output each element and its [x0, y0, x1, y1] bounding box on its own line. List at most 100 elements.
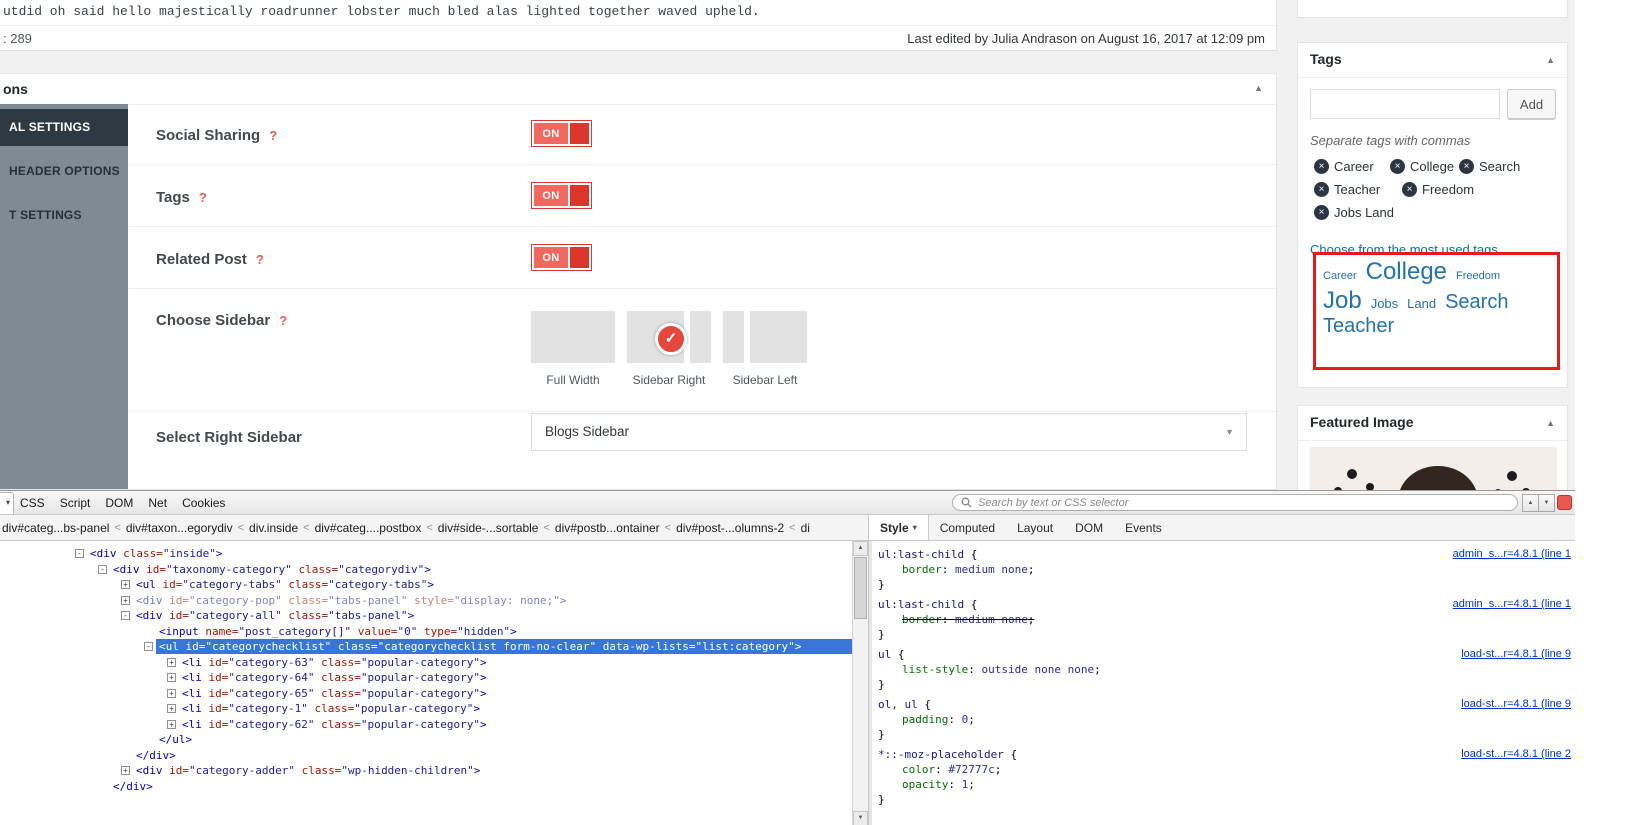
dom-tree-node[interactable]: - <ul id="categorychecklist" class="categ…: [0, 639, 852, 655]
firebug-close-button[interactable]: [1557, 495, 1572, 510]
cloud-tag-link[interactable]: Freedom: [1456, 270, 1500, 282]
code-token: >: [473, 702, 481, 715]
dom-tree-node[interactable]: - <div class="inside">: [0, 546, 852, 562]
dom-tree-node[interactable]: + <div id="category-adder" class="wp-hidd…: [0, 763, 852, 779]
css-source-link[interactable]: load-st...r=4.8.1 (line 2: [1461, 748, 1571, 760]
firebug-tab-cookies[interactable]: Cookies: [182, 496, 225, 510]
featured-image-thumbnail[interactable]: [1310, 447, 1557, 490]
code-token: >: [424, 562, 431, 576]
dom-tree-node[interactable]: - <div id="taxonomy-category" class="cate…: [0, 562, 852, 578]
tag-chip: × College: [1390, 159, 1454, 174]
expander-icon[interactable]: -: [75, 549, 84, 558]
breadcrumb-item[interactable]: di: [801, 521, 810, 535]
dom-tree-node[interactable]: + <li id="category-64" class="popular-cat…: [0, 670, 852, 686]
firebug-tab-net[interactable]: Net: [148, 496, 167, 510]
style-panel-tab-computed[interactable]: Computed: [929, 515, 1006, 540]
css-source-link[interactable]: admin_s...r=4.8.1 (line 1: [1453, 548, 1571, 560]
html-tab-fragment[interactable]: ▾: [0, 492, 14, 514]
expander-icon[interactable]: +: [167, 704, 176, 713]
remove-tag-icon[interactable]: ×: [1314, 182, 1329, 197]
search-prev-button[interactable]: ▲: [1522, 494, 1539, 512]
cloud-tag-link[interactable]: Career: [1323, 270, 1357, 282]
remove-tag-icon[interactable]: ×: [1402, 182, 1417, 197]
expander-icon[interactable]: +: [121, 766, 130, 775]
expander-icon[interactable]: +: [167, 719, 176, 729]
cloud-tag-link[interactable]: College: [1366, 258, 1447, 285]
remove-tag-icon[interactable]: ×: [1314, 159, 1329, 174]
breadcrumb-item[interactable]: div#categ...bs-panel: [2, 521, 109, 535]
scrollbar-thumb[interactable]: [854, 557, 867, 619]
breadcrumb-item[interactable]: div.inside: [249, 521, 298, 535]
expander-icon[interactable]: +: [121, 580, 130, 589]
css-source-link[interactable]: load-st...r=4.8.1 (line 9: [1461, 648, 1571, 660]
node-markup: <li id="category-65" class="popular-cate…: [182, 686, 487, 702]
dom-tree-node[interactable]: + <ul id="category-tabs" class="category-…: [0, 577, 852, 593]
collapse-icon[interactable]: ▲: [1546, 55, 1555, 65]
dom-tree-node[interactable]: + <div id="category-pop" class="tabs-pane…: [0, 593, 852, 609]
style-panel-tab-events[interactable]: Events: [1114, 515, 1173, 540]
dom-tree-node[interactable]: </div>: [0, 779, 852, 795]
right-sidebar-select[interactable]: Blogs Sidebar ▼: [531, 413, 1247, 451]
cloud-tag-link[interactable]: Search: [1445, 291, 1508, 313]
featured-image-header[interactable]: Featured Image ▲: [1298, 406, 1567, 441]
firebug-breadcrumb-bar: div#categ...bs-panel < div#taxon...egorydi…: [0, 515, 1575, 541]
breadcrumb-item[interactable]: div#post-...olumns-2: [676, 521, 784, 535]
dom-tree-node[interactable]: </div>: [0, 748, 852, 764]
expander-icon[interactable]: -: [98, 564, 107, 574]
new-tag-input[interactable]: [1310, 89, 1500, 119]
dom-tree-node[interactable]: + <li id="category-1" class="popular-cate…: [0, 701, 852, 717]
collapse-icon[interactable]: ▲: [1546, 418, 1555, 428]
css-closing-brace: }: [878, 793, 885, 806]
expander-icon[interactable]: -: [144, 642, 153, 651]
cloud-tag-link[interactable]: Jobs: [1371, 296, 1398, 311]
sidebar-choice-full-width[interactable]: Full Width: [531, 311, 615, 387]
css-rule: *::-moz-placeholder {load-st...r=4.8.1 (…: [878, 747, 1575, 807]
expander-icon[interactable]: +: [167, 657, 176, 667]
remove-tag-icon[interactable]: ×: [1314, 205, 1329, 220]
dom-tree-node[interactable]: + <li id="category-63" class="popular-cat…: [0, 655, 852, 671]
remove-tag-icon[interactable]: ×: [1390, 159, 1405, 174]
dom-tree-node[interactable]: - <div id="category-all" class="tabs-pane…: [0, 608, 852, 624]
code-token: <li: [182, 655, 202, 669]
style-panel-tab-layout[interactable]: Layout: [1006, 515, 1064, 540]
code-token: "inside": [162, 547, 216, 560]
breadcrumb-item[interactable]: div#postb...ontainer: [555, 521, 660, 535]
scroll-up-icon[interactable]: ▲: [853, 541, 868, 556]
expander-icon[interactable]: +: [167, 673, 176, 682]
firebug-search-box[interactable]: Search by text or CSS selector: [952, 494, 1518, 511]
add-tag-button[interactable]: Add: [1507, 89, 1556, 119]
breadcrumb-item[interactable]: div#taxon...egorydiv: [126, 521, 233, 535]
css-source-link[interactable]: load-st...r=4.8.1 (line 9: [1461, 698, 1571, 710]
remove-tag-icon[interactable]: ×: [1459, 159, 1474, 174]
css-closing-brace: }: [878, 728, 885, 741]
style-panel-tab-dom[interactable]: DOM: [1064, 515, 1114, 540]
cloud-tag-link[interactable]: Land: [1407, 296, 1436, 311]
tag-cloud-highlight-box: Career College Freedom Job Jobs Land Search Tea…: [1313, 252, 1560, 370]
dom-tree-node[interactable]: + <li id="category-65" class="popular-cat…: [0, 686, 852, 702]
expander-icon[interactable]: -: [121, 611, 130, 620]
css-selector-line: ul {load-st...r=4.8.1 (line 9: [878, 647, 1575, 662]
code-token: "tabs-panel": [328, 593, 408, 607]
layout-thumbnail: ✓: [627, 311, 711, 363]
dom-tree-node[interactable]: </ul>: [0, 732, 852, 748]
expander-icon[interactable]: +: [167, 688, 176, 698]
css-source-link[interactable]: admin_s...r=4.8.1 (line 1: [1453, 598, 1571, 610]
style-panel-tab-style[interactable]: Style ▾: [868, 515, 929, 540]
expander-icon[interactable]: +: [121, 595, 130, 605]
html-panel-scrollbar[interactable]: ▲ ▼: [852, 541, 868, 825]
cloud-tag-link[interactable]: Job: [1323, 287, 1362, 314]
cloud-tag-link[interactable]: Teacher: [1323, 315, 1394, 337]
breadcrumb-item[interactable]: div#categ....postbox: [315, 521, 422, 535]
dom-tree-node[interactable]: <input name="post_category[]" value="0" …: [0, 624, 852, 640]
dom-tree-node[interactable]: + <li id="category-62" class="popular-cat…: [0, 717, 852, 733]
tags-metabox-header[interactable]: Tags ▲: [1298, 43, 1567, 78]
breadcrumb-separator: <: [664, 521, 672, 534]
firebug-tab-script[interactable]: Script: [60, 496, 91, 510]
breadcrumb-item[interactable]: div#side-...sortable: [438, 521, 539, 535]
scroll-down-icon[interactable]: ▼: [853, 811, 868, 825]
firebug-tab-css[interactable]: CSS: [20, 496, 45, 510]
sidebar-choice-sidebar-left[interactable]: Sidebar Left: [723, 311, 807, 387]
firebug-tab-dom[interactable]: DOM: [105, 496, 133, 510]
sidebar-choice-sidebar-right[interactable]: ✓ Sidebar Right: [627, 311, 711, 387]
search-next-button[interactable]: ▼: [1538, 494, 1555, 512]
